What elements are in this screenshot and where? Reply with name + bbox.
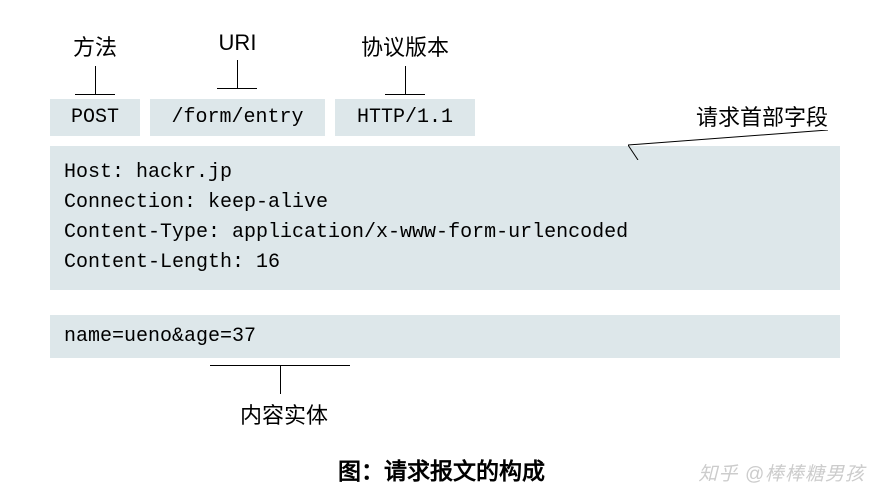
connector-uri (237, 60, 238, 88)
label-method-text: 方法 (73, 35, 117, 60)
watermark-text: 知乎 @棒棒糖男孩 (698, 459, 865, 486)
label-body: 内容实体 (240, 398, 833, 430)
connector-body (280, 366, 281, 394)
request-uri-box: /form/entry (150, 99, 325, 136)
label-header-fields: 请求首部字段 (696, 100, 828, 132)
request-protocol-box: HTTP/1.1 (335, 99, 475, 136)
header-fields-pointer (628, 130, 828, 160)
top-labels-row: 方法 URI 协议版本 (50, 30, 833, 94)
request-method-box: POST (50, 99, 140, 136)
label-protocol-text: 协议版本 (361, 35, 449, 60)
label-method: 方法 (50, 30, 140, 94)
label-uri-text: URI (219, 30, 257, 55)
diagram-container: 方法 URI 协议版本 请求首部字段 POST /form/entry HTTP… (0, 0, 883, 486)
request-headers-box: Host: hackr.jp Connection: keep-alive Co… (50, 146, 840, 290)
label-protocol: 协议版本 (335, 30, 475, 94)
connector-method (95, 66, 96, 94)
connector-protocol (405, 66, 406, 94)
label-uri: URI (150, 30, 325, 94)
request-body-box: name=ueno&age=37 (50, 315, 840, 358)
